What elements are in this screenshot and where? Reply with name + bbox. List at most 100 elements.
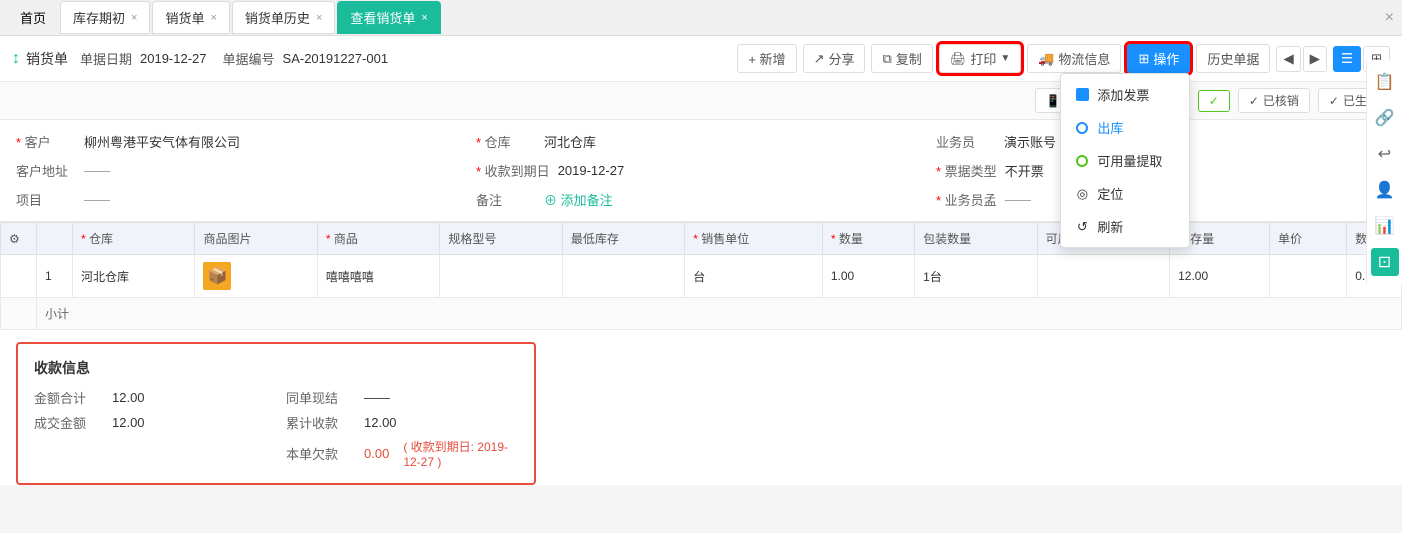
row-warehouse: 河北仓库: [73, 255, 195, 298]
dropdown-outbound[interactable]: 出库: [1061, 111, 1189, 144]
dropdown-available-extract[interactable]: 可用量提取: [1061, 144, 1189, 177]
operations-wrapper: ⊞ 操作 添加发票 出库: [1127, 44, 1190, 73]
print-dropdown-icon: ▼: [1000, 53, 1010, 64]
add-remark-icon: ⊕: [544, 193, 557, 208]
operations-button[interactable]: ⊞ 操作: [1127, 44, 1190, 73]
settings-icon[interactable]: ⚙: [9, 232, 20, 246]
logistics-icon: 🚚: [1038, 51, 1054, 67]
payment-date-field: 收款到期日 2019-12-27: [476, 161, 926, 180]
tab-view-sales[interactable]: 查看销货单 ×: [337, 1, 440, 34]
dropdown-locate[interactable]: ◎ 定位: [1061, 177, 1189, 210]
tab-home[interactable]: 首页: [8, 2, 58, 33]
ticket-type-label: 票据类型: [936, 161, 997, 180]
copy-icon: ⧉: [882, 51, 891, 67]
next-button[interactable]: ▶: [1303, 46, 1327, 72]
logistics-button[interactable]: 🚚 物流信息: [1027, 44, 1121, 73]
same-order-value: ——: [364, 390, 390, 405]
product-image: 📦: [203, 262, 231, 290]
transaction-value: 12.00: [112, 415, 145, 430]
tab-close-sales-order[interactable]: ×: [210, 12, 216, 24]
sidebar-icon-1[interactable]: 📋: [1371, 68, 1399, 96]
list-view-button[interactable]: ☰: [1333, 46, 1361, 72]
remark-add-btn[interactable]: ⊕ 添加备注: [544, 190, 613, 209]
copy-button[interactable]: ⧉ 复制: [871, 44, 932, 73]
customer-value: 柳州粤港平安气体有限公司: [84, 132, 240, 151]
verified-button[interactable]: ✓ 已核销: [1238, 88, 1310, 113]
row-spec: [440, 255, 562, 298]
tab-close-sales-history[interactable]: ×: [316, 12, 322, 24]
verify-button[interactable]: ✓: [1198, 90, 1230, 112]
payment-date-label: 收款到期日: [476, 161, 550, 180]
row-image: 📦: [195, 255, 317, 298]
products-table: ⚙ 仓库 商品图片 商品 规格型号 最低库存 销售单位 数量 包装数量 可用量 …: [0, 222, 1402, 330]
row-settings: [1, 255, 37, 298]
verified-icon: ✓: [1249, 94, 1259, 108]
row-current-stock: 12.00: [1170, 255, 1270, 298]
subtotal-label: 小计: [37, 298, 1402, 330]
col-spec: 规格型号: [440, 223, 562, 255]
staff-label: 业务员: [936, 132, 996, 151]
row-unit: 台: [685, 255, 823, 298]
window-close-icon[interactable]: ×: [1385, 9, 1394, 27]
total-amount-label: 金额合计: [34, 388, 104, 407]
nav-arrows: ◀ ▶: [1276, 46, 1327, 72]
print-button[interactable]: 🖨 打印 ▼: [939, 44, 1021, 73]
remark-label: 备注: [476, 190, 536, 209]
sidebar-icon-3[interactable]: ↩: [1371, 140, 1399, 168]
history-button[interactable]: 历史单据: [1196, 44, 1270, 73]
effective-icon: ✓: [1329, 94, 1339, 108]
table-wrapper: ⚙ 仓库 商品图片 商品 规格型号 最低库存 销售单位 数量 包装数量 可用量 …: [0, 222, 1402, 330]
project-field: 项目 ——: [16, 190, 466, 209]
sidebar-icon-expand[interactable]: ⊡: [1371, 248, 1399, 276]
address-value: ——: [84, 163, 110, 178]
row-product: 嘻嘻嘻嘻: [317, 255, 439, 298]
tab-close-inventory[interactable]: ×: [131, 12, 137, 24]
operations-dropdown: 添加发票 出库 可用量提取 ◎: [1060, 73, 1190, 248]
transaction-row: 成交金额 12.00: [34, 413, 266, 432]
col-product: 商品: [317, 223, 439, 255]
transaction-label: 成交金额: [34, 413, 104, 432]
staff2-value: ——: [1005, 192, 1031, 207]
total-amount-row: 金额合计 12.00: [34, 388, 266, 407]
available-extract-icon: [1075, 154, 1089, 168]
share-icon: ↗: [814, 51, 825, 67]
subtotal-row: 小计: [1, 298, 1402, 330]
doc-title-icon: ↕: [12, 50, 20, 68]
col-warehouse: 仓库: [73, 223, 195, 255]
tab-sales-history[interactable]: 销货单历史 ×: [232, 1, 335, 34]
tab-close-view-sales[interactable]: ×: [421, 12, 427, 24]
col-settings: ⚙: [1, 223, 37, 255]
payment-grid-right: 同单现结 —— 累计收款 12.00 本单欠款 0.00 ( 收款到期日: 20…: [286, 388, 518, 469]
row-package-qty: 1台: [915, 255, 1037, 298]
doc-header: ↕ 销货单 单据日期 2019-12-27 单据编号 SA-20191227-0…: [0, 36, 1402, 82]
sidebar-icon-4[interactable]: 👤: [1371, 176, 1399, 204]
total-amount-value: 12.00: [112, 390, 145, 405]
row-min-stock: [562, 255, 684, 298]
cumulative-value: 12.00: [364, 415, 397, 430]
add-invoice-icon: [1075, 88, 1089, 102]
col-package-qty: 包装数量: [915, 223, 1037, 255]
document-area: ↕ 销货单 单据日期 2019-12-27 单据编号 SA-20191227-0…: [0, 36, 1402, 485]
sidebar-icon-5[interactable]: 📊: [1371, 212, 1399, 240]
dropdown-refresh[interactable]: ↺ 刷新: [1061, 210, 1189, 243]
address-field: 客户地址 ——: [16, 161, 466, 180]
col-image: 商品图片: [195, 223, 317, 255]
right-sidebar: 📋 🔗 ↩ 👤 📊 ⊡: [1366, 60, 1402, 284]
row-qty: 1.00: [822, 255, 914, 298]
same-order-row: 同单现结 ——: [286, 388, 518, 407]
payment-info: 收款信息 金额合计 12.00 成交金额 12.00 同单现结 —— 累计收款: [16, 342, 536, 485]
owed-note: ( 收款到期日: 2019-12-27 ): [403, 438, 518, 469]
same-order-label: 同单现结: [286, 388, 356, 407]
col-qty: 数量: [822, 223, 914, 255]
prev-button[interactable]: ◀: [1276, 46, 1300, 72]
form-section: 客户 柳州粤港平安气体有限公司 仓库 河北仓库 业务员 演示账号 客户地址 ——…: [0, 120, 1402, 222]
doc-actions: + 新增 ↗ 分享 ⧉ 复制 🖨 打印 ▼ 🚚 物流信息 ⊞: [737, 44, 1390, 73]
check-icon: ✓: [1209, 94, 1219, 108]
tab-sales-order[interactable]: 销货单 ×: [152, 1, 229, 34]
share-button[interactable]: ↗ 分享: [803, 44, 866, 73]
dropdown-add-invoice[interactable]: 添加发票: [1061, 78, 1189, 111]
doc-title: ↕ 销货单: [12, 49, 68, 69]
add-button[interactable]: + 新增: [737, 44, 796, 73]
sidebar-icon-2[interactable]: 🔗: [1371, 104, 1399, 132]
tab-inventory-init[interactable]: 库存期初 ×: [60, 1, 150, 34]
